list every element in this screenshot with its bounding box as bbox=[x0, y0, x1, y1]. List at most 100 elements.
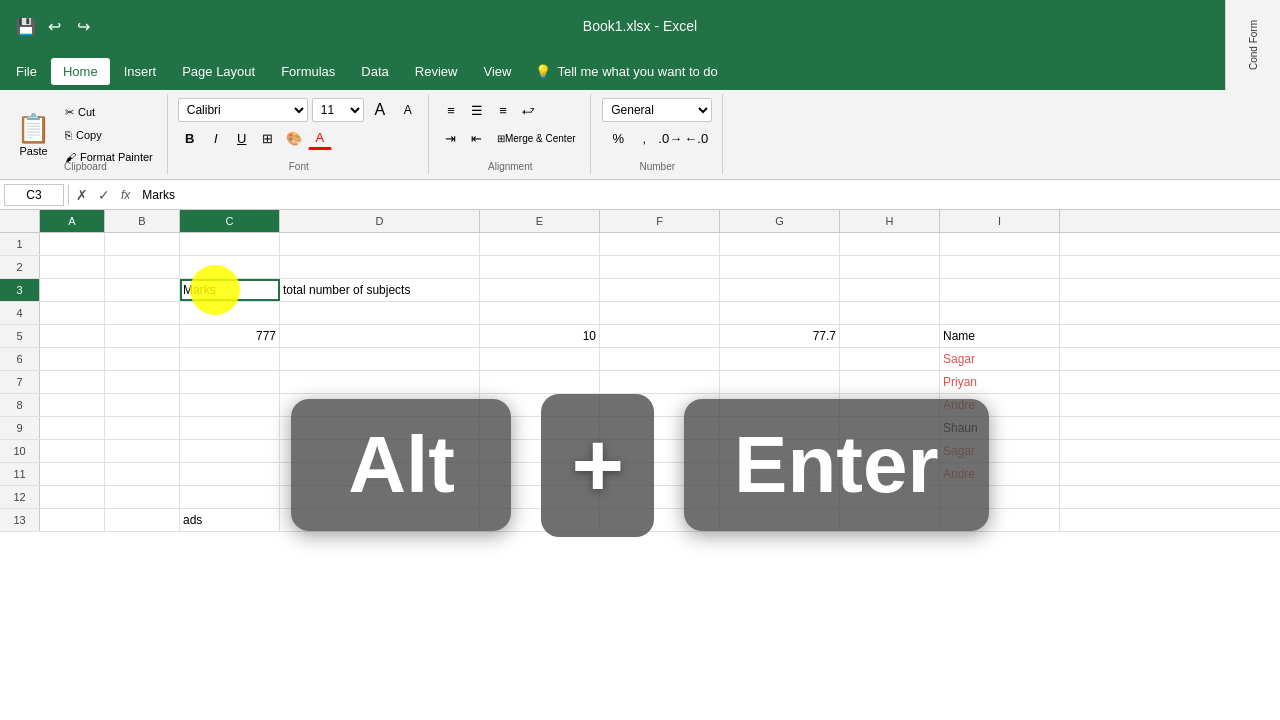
save-button[interactable]: 💾 bbox=[10, 13, 42, 40]
cell-h8[interactable] bbox=[840, 394, 940, 416]
cell-f5[interactable] bbox=[600, 325, 720, 347]
cell-b3[interactable] bbox=[105, 279, 180, 301]
cell-a12[interactable] bbox=[40, 486, 105, 508]
cell-g9[interactable] bbox=[720, 417, 840, 439]
cell-a4[interactable] bbox=[40, 302, 105, 324]
wrap-text-button[interactable]: ⮐ bbox=[517, 98, 541, 122]
menu-view[interactable]: View bbox=[471, 58, 523, 85]
cell-g10[interactable] bbox=[720, 440, 840, 462]
cell-f12[interactable] bbox=[600, 486, 720, 508]
cell-h11[interactable] bbox=[840, 463, 940, 485]
cell-g1[interactable] bbox=[720, 233, 840, 255]
cell-i5[interactable]: Name bbox=[940, 325, 1060, 347]
cell-e1[interactable] bbox=[480, 233, 600, 255]
cell-e6[interactable] bbox=[480, 348, 600, 370]
border-button[interactable]: ⊞ bbox=[256, 126, 280, 150]
cell-e4[interactable] bbox=[480, 302, 600, 324]
cell-f11[interactable] bbox=[600, 463, 720, 485]
cell-g13[interactable] bbox=[720, 509, 840, 531]
cell-g5[interactable]: 77.7 bbox=[720, 325, 840, 347]
cell-i7[interactable]: Priyan bbox=[940, 371, 1060, 393]
cell-c3[interactable]: Marks bbox=[180, 279, 280, 301]
cell-f7[interactable] bbox=[600, 371, 720, 393]
cell-g3[interactable] bbox=[720, 279, 840, 301]
col-header-h[interactable]: H bbox=[840, 210, 940, 232]
cell-b12[interactable] bbox=[105, 486, 180, 508]
row-num-2[interactable]: 2 bbox=[0, 256, 40, 278]
cell-i8[interactable]: Andre bbox=[940, 394, 1060, 416]
cell-e3[interactable] bbox=[480, 279, 600, 301]
cell-d2[interactable] bbox=[280, 256, 480, 278]
cell-h2[interactable] bbox=[840, 256, 940, 278]
cell-a2[interactable] bbox=[40, 256, 105, 278]
decrease-decimal-button[interactable]: ←.0 bbox=[684, 126, 708, 150]
cell-e13[interactable] bbox=[480, 509, 600, 531]
cell-f4[interactable] bbox=[600, 302, 720, 324]
cell-b4[interactable] bbox=[105, 302, 180, 324]
cell-g12[interactable] bbox=[720, 486, 840, 508]
cell-c10[interactable] bbox=[180, 440, 280, 462]
cell-d6[interactable] bbox=[280, 348, 480, 370]
underline-button[interactable]: U bbox=[230, 126, 254, 150]
cell-b7[interactable] bbox=[105, 371, 180, 393]
cell-e12[interactable] bbox=[480, 486, 600, 508]
col-header-i[interactable]: I bbox=[940, 210, 1060, 232]
col-header-f[interactable]: F bbox=[600, 210, 720, 232]
cell-d9[interactable] bbox=[280, 417, 480, 439]
cell-h7[interactable] bbox=[840, 371, 940, 393]
merge-center-button[interactable]: ⊞ Merge & Center bbox=[491, 129, 582, 148]
align-center-button[interactable]: ☰ bbox=[465, 98, 489, 122]
paste-button[interactable]: 📋 Paste bbox=[12, 108, 55, 161]
cell-c5[interactable]: 777 bbox=[180, 325, 280, 347]
cancel-formula-button[interactable]: ✗ bbox=[73, 187, 91, 203]
cell-b10[interactable] bbox=[105, 440, 180, 462]
cell-c8[interactable] bbox=[180, 394, 280, 416]
cell-h5[interactable] bbox=[840, 325, 940, 347]
row-num-8[interactable]: 8 bbox=[0, 394, 40, 416]
cell-f3[interactable] bbox=[600, 279, 720, 301]
cell-e11[interactable] bbox=[480, 463, 600, 485]
cell-a3[interactable] bbox=[40, 279, 105, 301]
font-family-select[interactable]: Calibri bbox=[178, 98, 308, 122]
comma-button[interactable]: , bbox=[632, 126, 656, 150]
cell-e8[interactable] bbox=[480, 394, 600, 416]
cell-g7[interactable] bbox=[720, 371, 840, 393]
redo-button[interactable]: ↪ bbox=[71, 13, 96, 40]
row-num-10[interactable]: 10 bbox=[0, 440, 40, 462]
cut-button[interactable]: ✂ Cut bbox=[59, 102, 159, 123]
percent-button[interactable]: % bbox=[606, 126, 630, 150]
row-num-12[interactable]: 12 bbox=[0, 486, 40, 508]
cell-a10[interactable] bbox=[40, 440, 105, 462]
menu-file[interactable]: File bbox=[4, 58, 49, 85]
cell-b9[interactable] bbox=[105, 417, 180, 439]
cell-a1[interactable] bbox=[40, 233, 105, 255]
align-right-button[interactable]: ≡ bbox=[491, 98, 515, 122]
cell-f6[interactable] bbox=[600, 348, 720, 370]
col-header-g[interactable]: G bbox=[720, 210, 840, 232]
menu-insert[interactable]: Insert bbox=[112, 58, 169, 85]
cell-a13[interactable] bbox=[40, 509, 105, 531]
cell-g4[interactable] bbox=[720, 302, 840, 324]
grow-font-button[interactable]: A bbox=[368, 98, 392, 122]
tell-me-field[interactable]: 💡 Tell me what you want to do bbox=[535, 64, 717, 79]
cell-b6[interactable] bbox=[105, 348, 180, 370]
cell-c13[interactable]: ads bbox=[180, 509, 280, 531]
cell-d10[interactable] bbox=[280, 440, 480, 462]
cell-f13[interactable] bbox=[600, 509, 720, 531]
cell-f2[interactable] bbox=[600, 256, 720, 278]
cell-e9[interactable] bbox=[480, 417, 600, 439]
cell-c12[interactable] bbox=[180, 486, 280, 508]
cell-i12[interactable] bbox=[940, 486, 1060, 508]
menu-home[interactable]: Home bbox=[51, 58, 110, 85]
cell-b2[interactable] bbox=[105, 256, 180, 278]
font-color-button[interactable]: A bbox=[308, 126, 332, 150]
undo-button[interactable]: ↩ bbox=[42, 13, 67, 40]
cell-i2[interactable] bbox=[940, 256, 1060, 278]
cell-b13[interactable] bbox=[105, 509, 180, 531]
row-num-13[interactable]: 13 bbox=[0, 509, 40, 531]
cell-d5[interactable] bbox=[280, 325, 480, 347]
cell-d7[interactable] bbox=[280, 371, 480, 393]
row-num-5[interactable]: 5 bbox=[0, 325, 40, 347]
cell-h4[interactable] bbox=[840, 302, 940, 324]
formula-input[interactable] bbox=[138, 184, 1276, 206]
